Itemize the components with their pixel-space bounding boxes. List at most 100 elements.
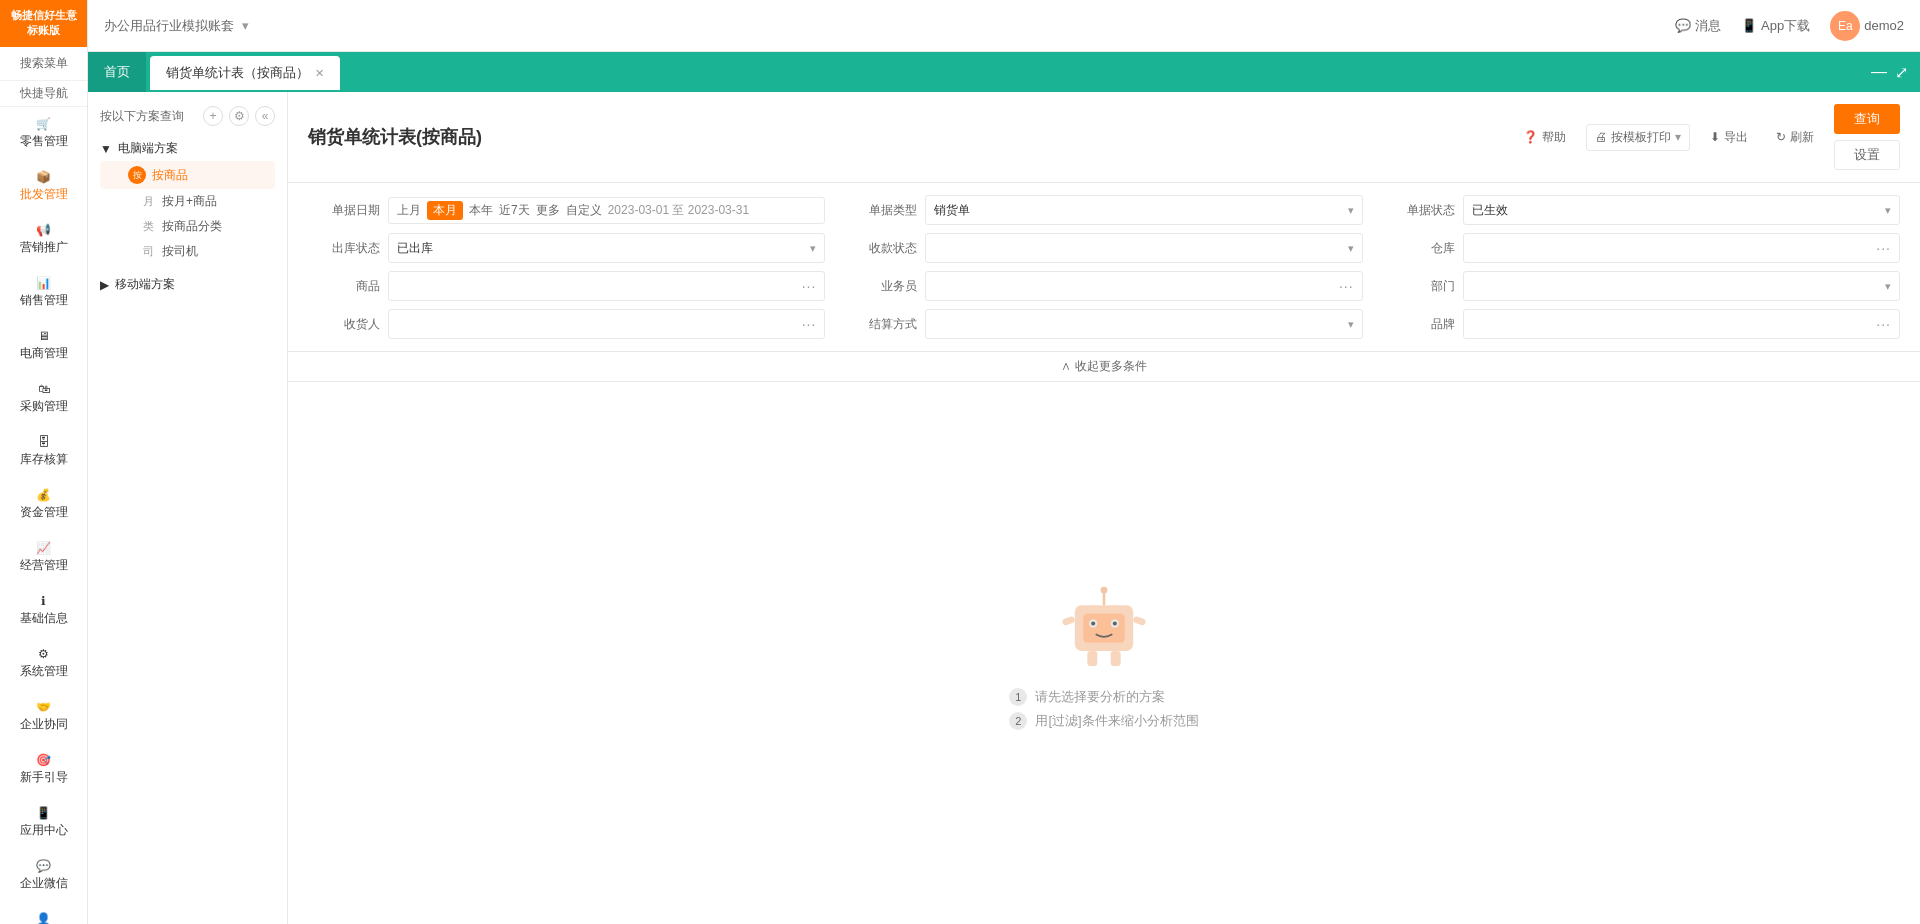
quick-nav-label: 快捷导航: [20, 86, 68, 100]
scheme-item-by-goods[interactable]: 按 按商品: [100, 161, 275, 189]
doc-type-control[interactable]: 销货单: [925, 195, 1362, 225]
sidebar-item-member[interactable]: 👤 畅会员: [0, 902, 87, 924]
sidebar-item-finance[interactable]: 💰 资金管理: [0, 478, 87, 531]
refresh-icon: ↻: [1776, 130, 1786, 144]
receipt-status-control[interactable]: -: [925, 233, 1362, 263]
tab-maximize-icon[interactable]: ⤢: [1895, 63, 1908, 82]
sidebar-item-marketing[interactable]: 📢 营销推广: [0, 213, 87, 266]
sidebar-item-guide[interactable]: 🎯 新手引导: [0, 743, 87, 796]
page-title: 销货单统计表(按商品): [308, 125, 482, 161]
industry-dropdown-icon[interactable]: ▾: [242, 18, 249, 33]
doc-status-control[interactable]: 已生效: [1463, 195, 1900, 225]
scheme-panel-actions: + ⚙ «: [203, 106, 275, 126]
help-label: 帮助: [1542, 129, 1566, 146]
scheme-item-by-driver[interactable]: 司 按司机: [100, 239, 275, 264]
receiver-control[interactable]: - ···: [388, 309, 825, 339]
tab-home-label: 首页: [104, 63, 130, 81]
last-7-days-tab[interactable]: 近7天: [499, 202, 530, 219]
sidebar-item-management[interactable]: 📈 经营管理: [0, 531, 87, 584]
apps-icon: 📱: [36, 806, 51, 820]
settings-button[interactable]: 设置: [1834, 140, 1900, 170]
sidebar-item-inventory[interactable]: 🗄 库存核算: [0, 425, 87, 478]
system-label: 系统管理: [20, 663, 68, 680]
doc-type-value: 销货单: [934, 202, 970, 219]
sidebar-item-wechat[interactable]: 💬 企业微信: [0, 849, 87, 902]
quick-nav[interactable]: 快捷导航: [0, 81, 87, 107]
wholesale-label: 批发管理: [20, 186, 68, 203]
department-control[interactable]: -: [1463, 271, 1900, 301]
scheme-add-btn[interactable]: +: [203, 106, 223, 126]
print-btn[interactable]: 🖨 按模板打印 ▾: [1586, 124, 1690, 151]
export-btn[interactable]: ⬇ 导出: [1702, 125, 1756, 150]
sidebar-item-basic[interactable]: ℹ 基础信息: [0, 584, 87, 637]
scheme-collapse-btn[interactable]: «: [255, 106, 275, 126]
sidebar-item-collab[interactable]: 🤝 企业协同: [0, 690, 87, 743]
salesperson-control[interactable]: - ···: [925, 271, 1362, 301]
receiver-value: -: [397, 317, 401, 331]
refresh-btn[interactable]: ↻ 刷新: [1768, 125, 1822, 150]
search-menu[interactable]: 搜索菜单: [0, 47, 87, 81]
scheme-group-pc-arrow: ▼: [100, 142, 112, 156]
finance-icon: 💰: [36, 488, 51, 502]
this-year-tab[interactable]: 本年: [469, 202, 493, 219]
sidebar-item-apps[interactable]: 📱 应用中心: [0, 796, 87, 849]
retail-label: 零售管理: [20, 133, 68, 150]
empty-state: 1 请先选择要分析的方案 2 用[过滤]条件来缩小分析范围: [288, 382, 1920, 924]
scheme-group-mobile-header[interactable]: ▶ 移动端方案: [100, 272, 275, 297]
collapse-bar[interactable]: ∧ 收起更多条件: [288, 352, 1920, 382]
goods-label: 商品: [308, 278, 388, 295]
scheme-group-mobile-label: 移动端方案: [115, 276, 175, 293]
warehouse-label: 仓库: [1383, 240, 1463, 257]
scheme-settings-btn[interactable]: ⚙: [229, 106, 249, 126]
scheme-group-pc: ▼ 电脑端方案 按 按商品 月 按月+商品 类 按商品分类 司 按司机: [88, 132, 287, 268]
sidebar-item-system[interactable]: ⚙ 系统管理: [0, 637, 87, 690]
tab-minimize-icon[interactable]: —: [1871, 63, 1887, 81]
goods-control[interactable]: - ···: [388, 271, 825, 301]
last-month-tab[interactable]: 上月: [397, 202, 421, 219]
payment-method-value: -: [934, 317, 938, 331]
scheme-item-by-category[interactable]: 类 按商品分类: [100, 214, 275, 239]
export-icon: ⬇: [1710, 130, 1720, 144]
sidebar-item-purchase[interactable]: 🛍 采购管理: [0, 372, 87, 425]
scheme-panel-title: 按以下方案查询: [100, 108, 184, 125]
scheme-panel-header: 按以下方案查询 + ⚙ «: [88, 100, 287, 132]
user-menu[interactable]: Ea demo2: [1830, 11, 1904, 41]
main-area: 办公用品行业模拟账套 ▾ 💬 消息 📱 App下载 Ea demo2 首页: [88, 0, 1920, 924]
category-icon: 类: [140, 219, 156, 235]
guide-icon: 🎯: [36, 753, 51, 767]
sidebar-item-sales[interactable]: 📊 销售管理: [0, 266, 87, 319]
ecommerce-label: 电商管理: [20, 345, 68, 362]
tab-sales-report[interactable]: 销货单统计表（按商品） ✕: [150, 56, 340, 90]
username: demo2: [1864, 18, 1904, 33]
payment-method-control[interactable]: -: [925, 309, 1362, 339]
message-btn[interactable]: 💬 消息: [1675, 17, 1721, 35]
sidebar-item-wholesale[interactable]: 📦 批发管理: [0, 160, 87, 213]
marketing-label: 营销推广: [20, 239, 68, 256]
custom-tab[interactable]: 自定义: [566, 202, 602, 219]
scheme-item-by-month-goods[interactable]: 月 按月+商品: [100, 189, 275, 214]
scheme-item-by-driver-label: 按司机: [162, 243, 198, 260]
apps-label: 应用中心: [20, 822, 68, 839]
scheme-group-pc-header[interactable]: ▼ 电脑端方案: [100, 136, 275, 161]
tip-text-1: 请先选择要分析的方案: [1035, 688, 1165, 706]
brand-control[interactable]: - ···: [1463, 309, 1900, 339]
warehouse-control[interactable]: - ···: [1463, 233, 1900, 263]
more-tab[interactable]: 更多: [536, 202, 560, 219]
sidebar-item-ecommerce[interactable]: 🖥 电商管理: [0, 319, 87, 372]
query-button[interactable]: 查询: [1834, 104, 1900, 134]
tab-close-icon[interactable]: ✕: [315, 67, 324, 80]
content-area: 按以下方案查询 + ⚙ « ▼ 电脑端方案 按 按商品 月: [88, 92, 1920, 924]
tab-home[interactable]: 首页: [88, 52, 146, 92]
brand-label: 品牌: [1383, 316, 1463, 333]
wholesale-icon: 📦: [36, 170, 51, 184]
date-filter-control[interactable]: 上月 本月 本年 近7天 更多 自定义 2023-03-01 至 2023-03…: [388, 197, 825, 224]
department-label: 部门: [1383, 278, 1463, 295]
guide-label: 新手引导: [20, 769, 68, 786]
empty-illustration: [1054, 576, 1154, 676]
out-status-control[interactable]: 已出库: [388, 233, 825, 263]
sidebar: 畅捷信好生意 标账版 搜索菜单 快捷导航 🛒 零售管理 📦 批发管理 📢 营销推…: [0, 0, 88, 924]
this-month-tab[interactable]: 本月: [427, 201, 463, 220]
app-download-btn[interactable]: 📱 App下载: [1741, 17, 1810, 35]
sidebar-item-retail[interactable]: 🛒 零售管理: [0, 107, 87, 160]
help-btn[interactable]: ❓ 帮助: [1515, 125, 1574, 150]
